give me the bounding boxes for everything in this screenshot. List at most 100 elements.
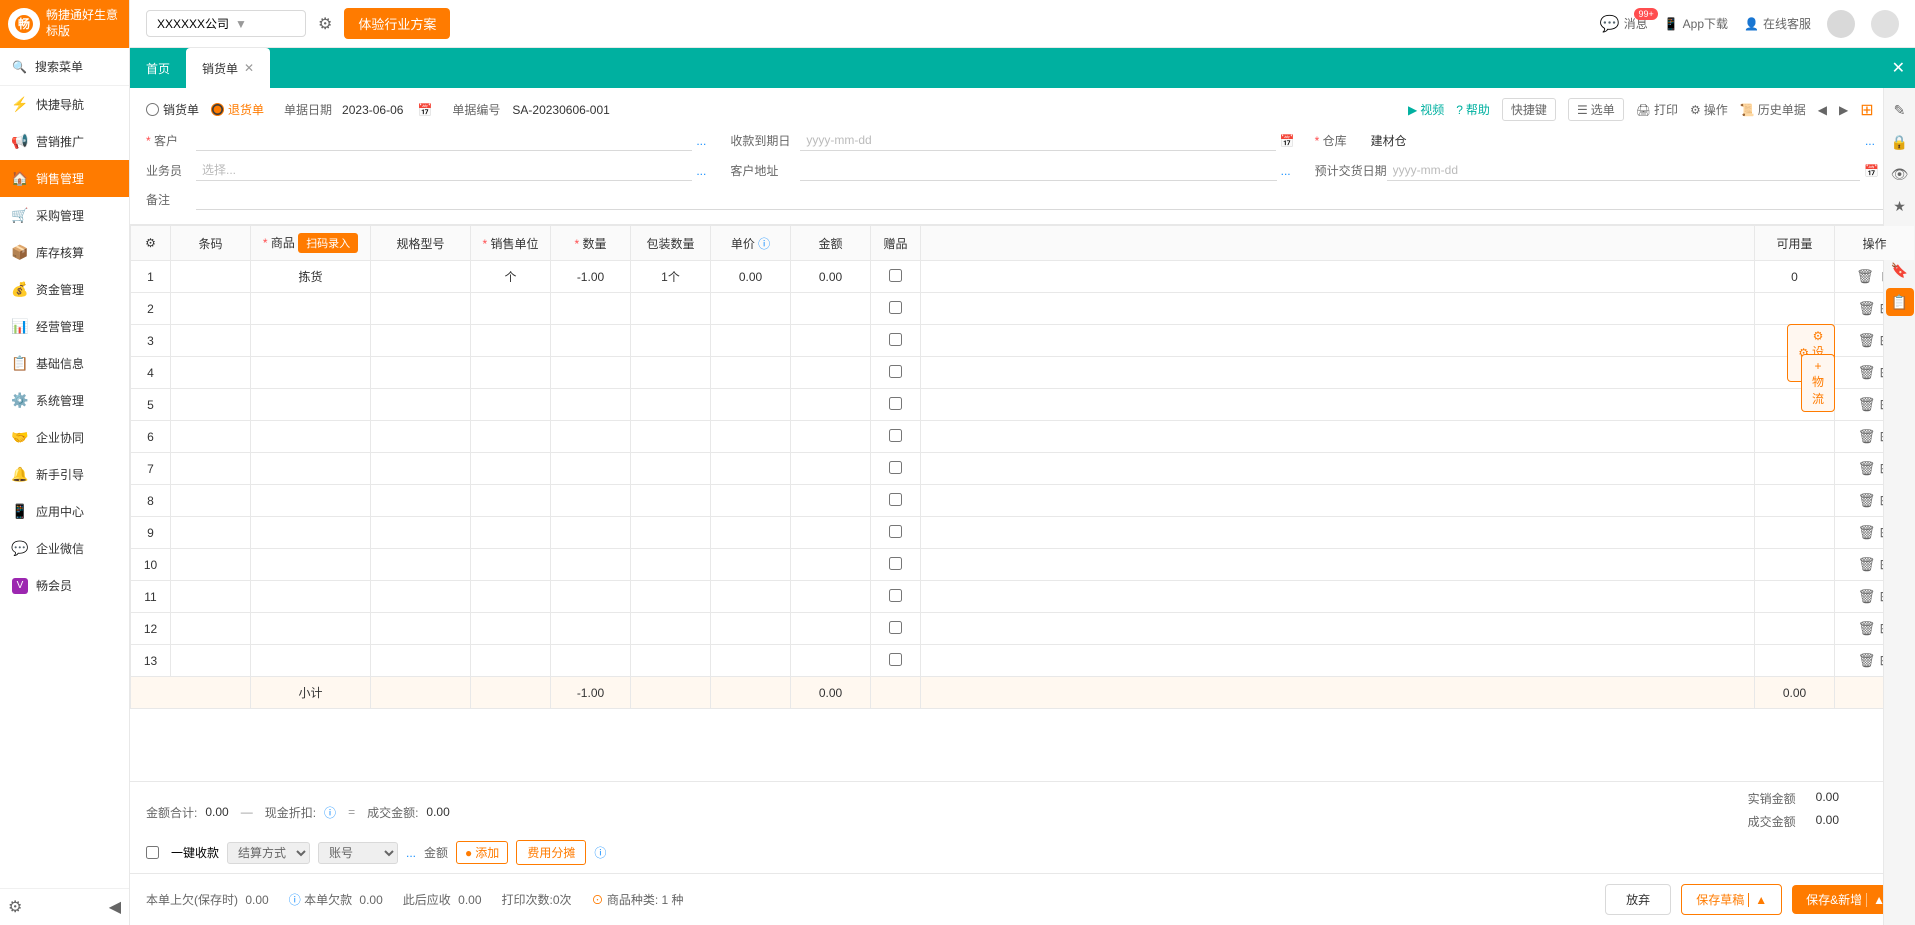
delete-row-9-btn[interactable]: 🗑	[1856, 522, 1878, 543]
add-payment-btn[interactable]: ● 添加	[456, 841, 508, 864]
delete-row-5-btn[interactable]: 🗑	[1856, 394, 1878, 415]
save-draft-btn[interactable]: 保存草稿 ▲	[1681, 884, 1782, 915]
gift-checkbox-3[interactable]	[889, 333, 902, 346]
col-settings-icon[interactable]: ⚙	[131, 226, 171, 261]
sidebar-item-enterprise[interactable]: 🤝 企业协同	[0, 419, 129, 456]
warehouse-ellipsis-btn[interactable]: ...	[1861, 134, 1879, 148]
gift-checkbox-5[interactable]	[889, 397, 902, 410]
sidebar-item-shortcut[interactable]: ⚡ 快捷导航	[0, 86, 129, 123]
help-btn[interactable]: ? 帮助	[1456, 101, 1490, 118]
delete-row-1-btn[interactable]: 🗑	[1854, 266, 1876, 287]
date-calendar-icon[interactable]: 📅	[417, 103, 432, 117]
delete-row-7-btn[interactable]: 🗑	[1856, 458, 1878, 479]
sidebar-item-purchase[interactable]: 🛒 采购管理	[0, 197, 129, 234]
gift-checkbox-4[interactable]	[889, 365, 902, 378]
tab-sales-order[interactable]: 销货单 ✕	[186, 48, 270, 88]
gift-checkbox-8[interactable]	[889, 493, 902, 506]
customer-address-input[interactable]	[800, 160, 1276, 181]
tab-home[interactable]: 首页	[130, 48, 186, 88]
right-sidebar-eye-btn[interactable]: 👁	[1886, 160, 1914, 188]
salesperson-input[interactable]	[196, 160, 692, 181]
sidebar-item-finance[interactable]: 💰 资金管理	[0, 271, 129, 308]
gift-checkbox-1[interactable]	[889, 269, 902, 282]
customer-input[interactable]	[196, 130, 692, 151]
sidebar-item-operation[interactable]: 📊 经营管理	[0, 308, 129, 345]
delete-row-10-btn[interactable]: 🗑	[1856, 554, 1878, 575]
sidebar-item-system[interactable]: ⚙️ 系统管理	[0, 382, 129, 419]
right-sidebar-edit-btn[interactable]: ✎	[1886, 96, 1914, 124]
discard-btn[interactable]: 放弃	[1605, 884, 1671, 915]
sidebar-search[interactable]: 🔍 搜索菜单	[0, 48, 129, 86]
right-sidebar-action-btn[interactable]: 📋	[1886, 288, 1914, 316]
price-info-icon[interactable]: ⓘ	[758, 237, 770, 251]
history-btn[interactable]: 📜 历史单据	[1740, 101, 1806, 118]
sidebar-item-basic[interactable]: 📋 基础信息	[0, 345, 129, 382]
company-selector[interactable]: XXXXXX公司 ▼	[146, 10, 306, 37]
order-debt-info-icon[interactable]: ⓘ	[289, 893, 301, 907]
one-click-payment-checkbox[interactable]	[146, 846, 159, 859]
collapse-icon[interactable]: ◀	[109, 897, 121, 917]
gift-checkbox-13[interactable]	[889, 653, 902, 666]
gift-checkbox-11[interactable]	[889, 589, 902, 602]
address-ellipsis-btn[interactable]: ...	[1277, 164, 1295, 178]
payment-ellipsis-btn[interactable]: ...	[406, 846, 416, 860]
sidebar-item-member[interactable]: V 畅会员	[0, 567, 129, 604]
choose-btn[interactable]: ☰ 选单	[1568, 98, 1624, 121]
shortcut-btn[interactable]: 快捷键	[1502, 98, 1556, 121]
sidebar-item-apps[interactable]: 📱 应用中心	[0, 493, 129, 530]
sidebar-item-guide[interactable]: 🔔 新手引导	[0, 456, 129, 493]
fee-split-btn[interactable]: 费用分摊	[516, 840, 586, 865]
gift-checkbox-7[interactable]	[889, 461, 902, 474]
salesperson-ellipsis-btn[interactable]: ...	[692, 164, 710, 178]
tab-close-icon[interactable]: ✕	[244, 61, 254, 75]
delete-row-4-btn[interactable]: 🗑	[1856, 362, 1878, 383]
print-btn[interactable]: 🖨 打印	[1636, 101, 1678, 118]
customer-ellipsis-btn[interactable]: ...	[692, 134, 710, 148]
radio-return-order[interactable]: 退货单	[211, 101, 264, 118]
delete-row-6-btn[interactable]: 🗑	[1856, 426, 1878, 447]
delete-row-12-btn[interactable]: 🗑	[1856, 618, 1878, 639]
sidebar-item-inventory[interactable]: 📦 库存核算	[0, 234, 129, 271]
tab-bar-close-btn[interactable]: ✕	[1892, 58, 1905, 78]
delete-row-2-btn[interactable]: 🗑	[1856, 298, 1878, 319]
right-sidebar-lock-btn[interactable]: 🔒	[1886, 128, 1914, 156]
prev-icon[interactable]: ◀	[1818, 103, 1827, 117]
save-draft-dropdown-icon[interactable]: ▲	[1748, 893, 1767, 907]
scan-btn[interactable]: 扫码录入	[298, 233, 358, 253]
next-icon[interactable]: ▶	[1839, 103, 1848, 117]
delete-row-11-btn[interactable]: 🗑	[1856, 586, 1878, 607]
avatar2[interactable]	[1871, 10, 1899, 38]
gift-checkbox-6[interactable]	[889, 429, 902, 442]
radio-sales-order[interactable]: 销货单	[146, 101, 199, 118]
radio-return-input[interactable]	[211, 103, 224, 116]
app-download-btn[interactable]: 📱 App下载	[1664, 15, 1728, 32]
notes-input[interactable]	[196, 189, 1899, 210]
sidebar-item-wechat[interactable]: 💬 企业微信	[0, 530, 129, 567]
gift-checkbox-9[interactable]	[889, 525, 902, 538]
settings-gear-icon[interactable]: ⚙	[8, 897, 22, 917]
online-service-btn[interactable]: 👤 在线客服	[1744, 15, 1811, 32]
payment-date-calendar-icon[interactable]: 📅	[1280, 134, 1295, 148]
cash-discount-info-icon[interactable]: ⓘ	[324, 804, 336, 821]
account-select[interactable]: 账号	[318, 842, 398, 864]
radio-sales-input[interactable]	[146, 103, 159, 116]
logistics-btn[interactable]: + 物流	[1801, 354, 1835, 412]
gift-checkbox-12[interactable]	[889, 621, 902, 634]
experience-btn[interactable]: 体验行业方案	[344, 8, 450, 39]
delete-row-3-btn[interactable]: 🗑	[1856, 330, 1878, 351]
right-sidebar-star-btn[interactable]: ★	[1886, 192, 1914, 220]
payment-date-input[interactable]	[800, 130, 1275, 151]
gift-checkbox-10[interactable]	[889, 557, 902, 570]
delivery-date-input[interactable]	[1387, 160, 1860, 181]
operation-btn[interactable]: ⚙ 操作	[1690, 101, 1728, 118]
settings-icon[interactable]: ⚙	[318, 14, 332, 34]
fee-split-info-icon[interactable]: ⓘ	[594, 844, 606, 861]
delete-row-8-btn[interactable]: 🗑	[1856, 490, 1878, 511]
delete-row-13-btn[interactable]: 🗑	[1856, 650, 1878, 671]
sidebar-item-marketing[interactable]: 📢 营销推广	[0, 123, 129, 160]
delivery-date-calendar-icon[interactable]: 📅	[1864, 164, 1879, 178]
gift-checkbox-2[interactable]	[889, 301, 902, 314]
video-btn[interactable]: ▶ 视频	[1408, 101, 1444, 118]
avatar[interactable]	[1827, 10, 1855, 38]
settlement-method-select[interactable]: 结算方式	[227, 842, 310, 864]
